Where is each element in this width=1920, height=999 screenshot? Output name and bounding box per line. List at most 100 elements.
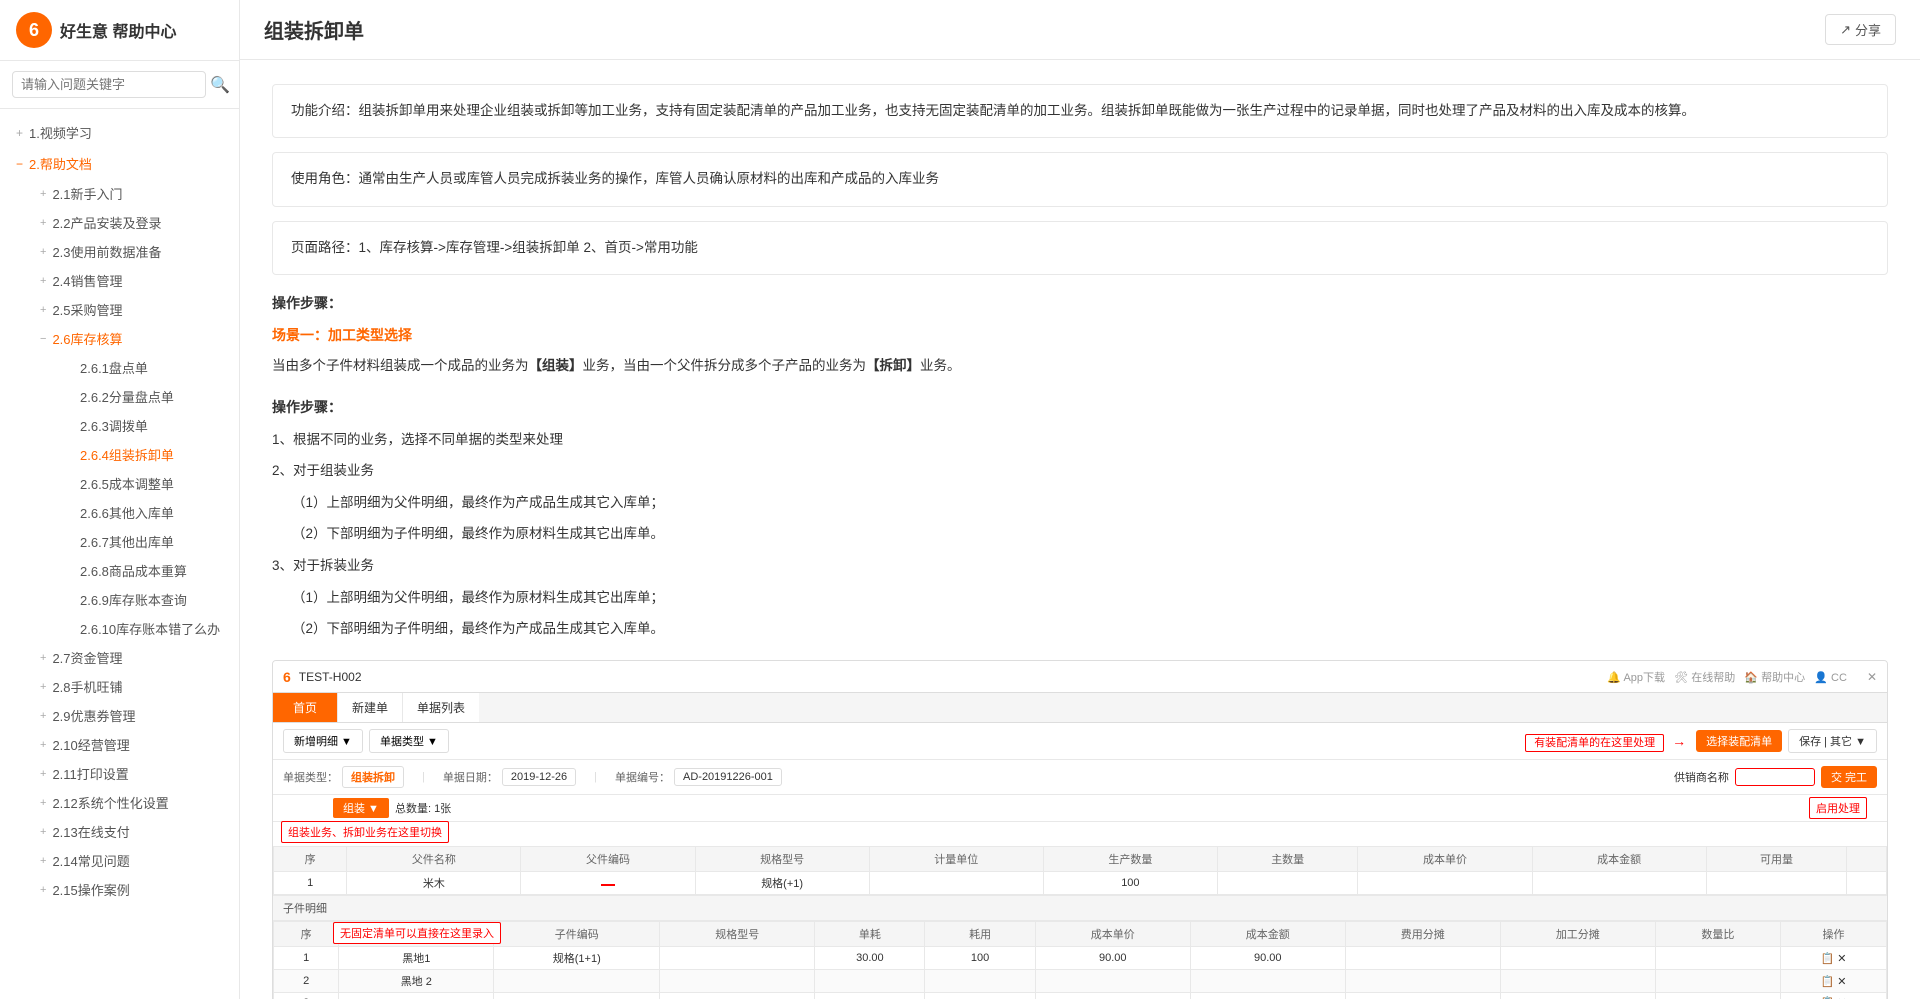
annotation-label-1: 有装配清单的在这里处理	[1525, 734, 1664, 752]
sidebar-item-2-10[interactable]: + 2.10经营管理	[24, 730, 239, 759]
plus-icon: +	[40, 652, 46, 664]
sidebar-item-2-12[interactable]: + 2.12系统个性化设置	[24, 788, 239, 817]
sidebar-item-2-6-4[interactable]: 2.6.4组装拆卸单	[48, 440, 239, 469]
plus-icon: +	[40, 188, 46, 200]
minus-icon: −	[16, 157, 23, 171]
plus-icon: +	[40, 884, 46, 896]
sidebar-item-2-1[interactable]: + 2.1新手入门	[24, 179, 239, 208]
btn-save-new[interactable]: 选择装配清单	[1696, 730, 1782, 752]
col-parent-code: 父件编码	[521, 847, 695, 872]
sidebar-item-2-6-1[interactable]: 2.6.1盘点单	[48, 353, 239, 382]
step2-1: （1）上部明细为父件明细，最终作为产成品生成其它入库单；	[272, 490, 1888, 516]
sidebar-item-2-6[interactable]: − 2.6库存核算	[24, 324, 239, 353]
sidebar-item-2-6-9[interactable]: 2.6.9库存账本查询	[48, 585, 239, 614]
plus-icon: +	[16, 126, 23, 140]
col-cost-amount: 成本金额	[1532, 847, 1706, 872]
sidebar-item-2-8[interactable]: + 2.8手机旺铺	[24, 672, 239, 701]
scene1-title: 场景一：加工类型选择	[272, 325, 1888, 345]
share-button[interactable]: ↗ 分享	[1825, 14, 1896, 45]
titlebar-icons: 🔔 App下载 🛠 在线帮助 🏠 帮助中心 👤 CC	[1607, 669, 1847, 685]
plus-icon: +	[40, 304, 46, 316]
search-box[interactable]: 🔍	[0, 61, 239, 109]
ops-title2: 操作步骤：	[272, 397, 1888, 417]
tab-order-list[interactable]: 单据列表	[403, 693, 479, 722]
search-button[interactable]: 🔍	[210, 75, 230, 95]
role-block: 使用角色：通常由生产人员或库管人员完成拆装业务的操作，库管人员确认原材料的出库和…	[272, 152, 1888, 206]
search-input[interactable]	[12, 71, 206, 98]
sidebar-header: 6 好生意 帮助中心	[0, 0, 239, 61]
tab-new-order[interactable]: 新建单	[338, 693, 403, 722]
col-main-qty: 主数量	[1217, 847, 1358, 872]
btn-more[interactable]: 保存 | 其它 ▼	[1788, 729, 1877, 753]
sidebar-item-2-6-10[interactable]: 2.6.10库存账本错了么办	[48, 614, 239, 643]
intro-text: 功能介绍：组装拆卸单用来处理企业组装或拆卸等加工业务，支持有固定装配清单的产品加…	[291, 103, 1695, 118]
app-title: 好生意 帮助中心	[60, 18, 176, 42]
btn-type[interactable]: 单据类型 ▼	[369, 729, 449, 753]
page-title: 组装拆卸单	[264, 15, 364, 44]
field-date-val: 2019-12-26	[502, 768, 576, 786]
plus-icon: +	[40, 246, 46, 258]
sidebar-item-2-6-5[interactable]: 2.6.5成本调整单	[48, 469, 239, 498]
screenshot-fields: 单据类型： 组装拆卸 | 单据日期： 2019-12-26 | 单据编号： AD…	[273, 760, 1887, 795]
field-type: 单据类型： 组装拆卸	[283, 766, 404, 788]
nav-tree: + 1.视频学习 − 2.帮助文档 + 2.1新手入门 + 2.2产品安装及登录…	[0, 109, 239, 999]
col-spec: 规格型号	[695, 847, 869, 872]
topbar: 组装拆卸单 ↗ 分享	[240, 0, 1920, 60]
spacer	[273, 822, 1887, 846]
col-cost-price: 成本单价	[1358, 847, 1532, 872]
step3: 3、对于拆装业务	[272, 553, 1888, 579]
step3-2: （2）下部明细为子件明细，最终作为产成品生成其它入库单。	[272, 616, 1888, 642]
sidebar-item-2-5[interactable]: + 2.5采购管理	[24, 295, 239, 324]
path-block: 页面路径：1、库存核算->库存管理->组装拆卸单 2、首页->常用功能	[272, 221, 1888, 275]
annotation-label-2: 组装业务、拆卸业务在这里切换	[281, 821, 449, 843]
sidebar-item-2-11[interactable]: + 2.11打印设置	[24, 759, 239, 788]
annotation-row: 组装 ▼ 总数量: 1张 组装业务、拆卸业务在这里切换 启用处理	[273, 795, 1887, 822]
sidebar-item-2-6-6[interactable]: 2.6.6其他入库单	[48, 498, 239, 527]
logo-icon: 6	[16, 12, 52, 48]
step2: 2、对于组装业务	[272, 458, 1888, 484]
sidebar-item-2-9[interactable]: + 2.9优惠券管理	[24, 701, 239, 730]
sidebar-item-2-6-2[interactable]: 2.6.2分量盘点单	[48, 382, 239, 411]
main-content: 组装拆卸单 ↗ 分享 功能介绍：组装拆卸单用来处理企业组装或拆卸等加工业务，支持…	[240, 0, 1920, 999]
sidebar-item-2-15[interactable]: + 2.15操作案例	[24, 875, 239, 904]
sidebar: 6 好生意 帮助中心 🔍 + 1.视频学习 − 2.帮助文档 + 2.1新手入门…	[0, 0, 240, 999]
plus-icon: +	[40, 710, 46, 722]
close-icon[interactable]: ✕	[1867, 670, 1877, 684]
btn-add[interactable]: 新增明细 ▼	[283, 729, 363, 753]
screenshot-toolbar: 新增明细 ▼ 单据类型 ▼ 有装配清单的在这里处理 → 选择装配清单 保存 | …	[273, 723, 1887, 760]
sub-table-header-row: 子件明细 无固定清单可以直接在这里录入	[273, 895, 1887, 921]
sidebar-item-2-6-3[interactable]: 2.6.3调拨单	[48, 411, 239, 440]
sidebar-item-2-2[interactable]: + 2.2产品安装及登录	[24, 208, 239, 237]
operations-title: 操作步骤：	[272, 293, 1888, 313]
scene1-desc: 当由多个子件材料组装成一个成品的业务为【组装】业务，当由一个父件拆分成多个子产品…	[272, 353, 1888, 379]
main-table-wrap: 序 父件名称 父件编码 规格型号 计量单位 生产数量 主数量 成本单价 成本金额…	[273, 846, 1887, 895]
sub-table-row: 1 黑地1 规格(1+1) 30.00 100 90.00 90.00	[274, 947, 1887, 970]
type-switch-btn[interactable]: 组装 ▼	[333, 798, 389, 818]
tab-home[interactable]: 首页	[273, 693, 338, 722]
path-text: 页面路径：1、库存核算->库存管理->组装拆卸单 2、首页->常用功能	[291, 240, 698, 255]
sidebar-item-2-7[interactable]: + 2.7资金管理	[24, 643, 239, 672]
col-seq: 序	[274, 847, 347, 872]
sidebar-item-docs[interactable]: − 2.帮助文档	[0, 148, 239, 179]
sidebar-item-2-3[interactable]: + 2.3使用前数据准备	[24, 237, 239, 266]
nav-sub-docs: + 2.1新手入门 + 2.2产品安装及登录 + 2.3使用前数据准备 + 2.…	[0, 179, 239, 904]
arrow-right: →	[1672, 733, 1686, 749]
plus-icon: +	[40, 275, 46, 287]
btn-confirm[interactable]: 交 完工	[1821, 766, 1877, 788]
sub-table-wrap: 序 子件名称 子件编码 规格型号 单耗 耗用 成本单价 成本金额 费用分摊 加工…	[273, 921, 1887, 999]
plus-icon: +	[40, 217, 46, 229]
minus-icon: −	[40, 333, 46, 345]
share-icon: ↗	[1840, 22, 1851, 38]
sidebar-item-2-13[interactable]: + 2.13在线支付	[24, 817, 239, 846]
sidebar-item-2-14[interactable]: + 2.14常见问题	[24, 846, 239, 875]
logo-small: 6	[283, 669, 291, 685]
sidebar-item-video[interactable]: + 1.视频学习	[0, 117, 239, 148]
annotation-label-4: 无固定清单可以直接在这里录入	[333, 922, 501, 944]
sidebar-item-2-4[interactable]: + 2.4销售管理	[24, 266, 239, 295]
sidebar-item-2-6-7[interactable]: 2.6.7其他出库单	[48, 527, 239, 556]
field-type-val: 组装拆卸	[342, 766, 404, 788]
fake-screenshot: 6 TEST-H002 🔔 App下载 🛠 在线帮助 🏠 帮助中心 👤 CC ✕…	[273, 661, 1887, 999]
intro-block: 功能介绍：组装拆卸单用来处理企业组装或拆卸等加工业务，支持有固定装配清单的产品加…	[272, 84, 1888, 138]
sidebar-item-2-6-8[interactable]: 2.6.8商品成本重算	[48, 556, 239, 585]
step1: 1、根据不同的业务，选择不同单据的类型来处理	[272, 427, 1888, 453]
